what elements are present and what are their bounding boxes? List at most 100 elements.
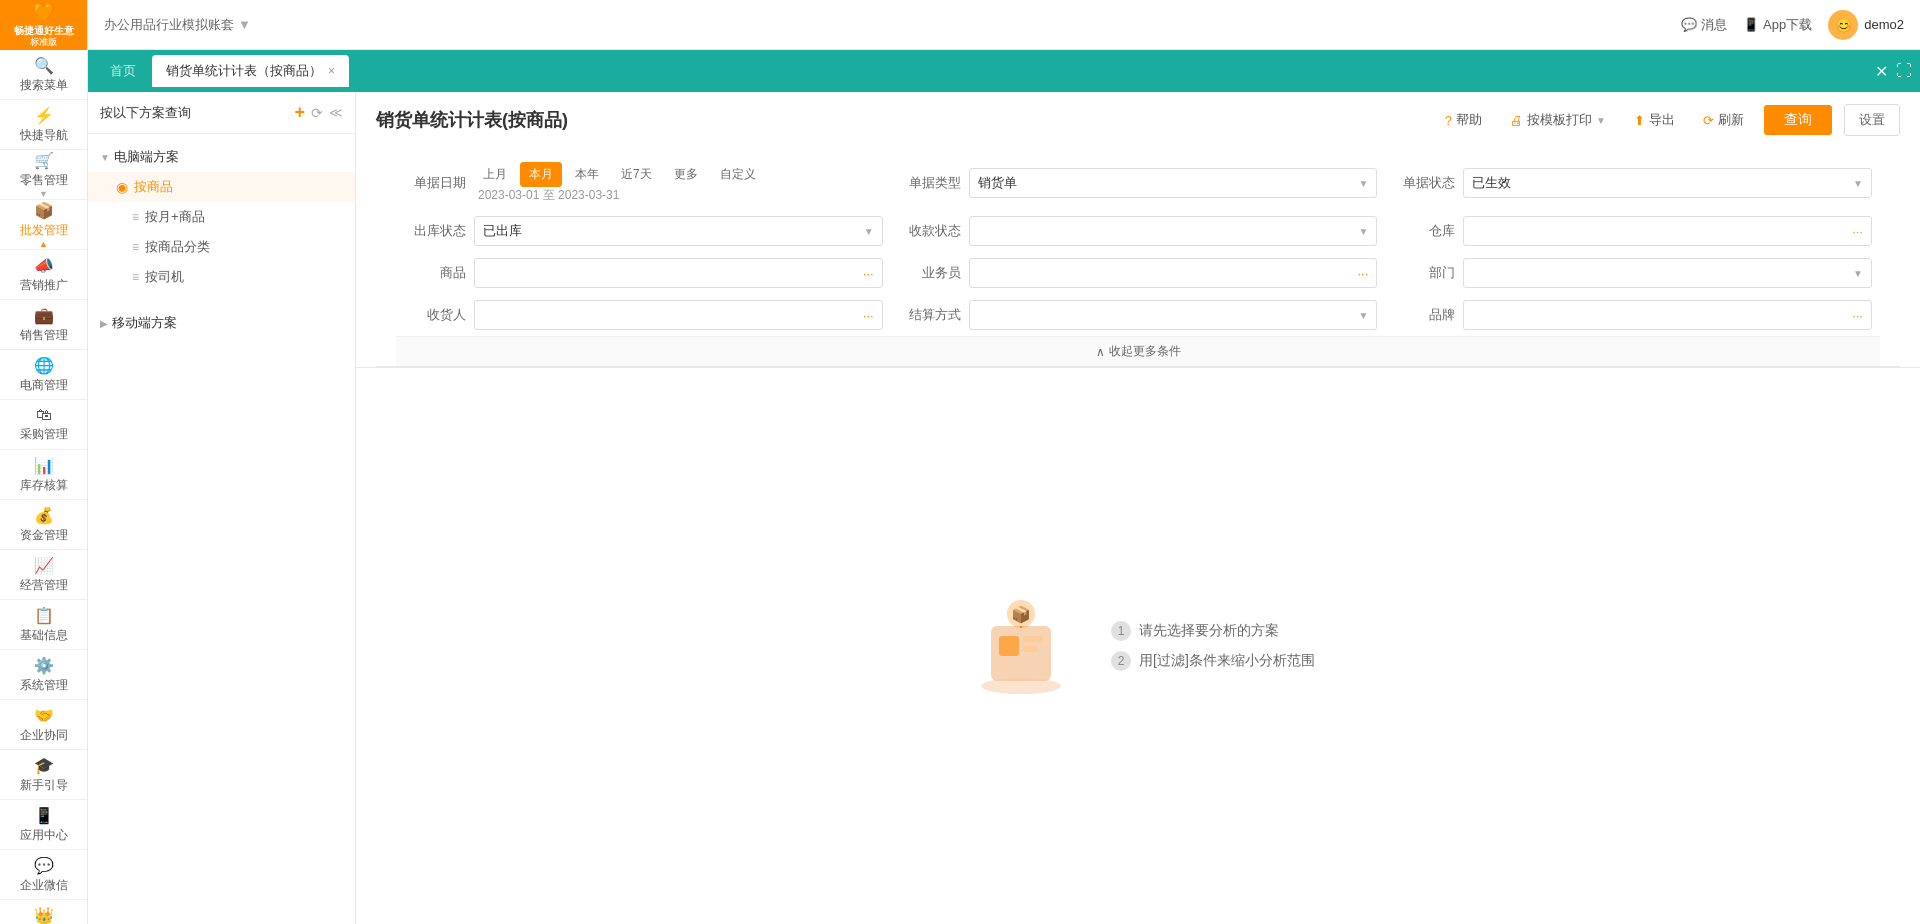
sidebar-item-label: 基础信息 [20, 627, 68, 644]
quick-nav-icon: ⚡ [34, 106, 54, 125]
help-btn[interactable]: ? 帮助 [1437, 107, 1490, 133]
select-arrow-icon3: ▼ [864, 226, 874, 237]
tree-expand-icon: ▼ [100, 152, 110, 163]
tree-sub-item-by-category[interactable]: ≡ 按商品分类 [88, 232, 355, 262]
period-btn-last-month[interactable]: 上月 [474, 162, 516, 187]
sidebar-item-operations[interactable]: 📈 经营管理 [0, 550, 87, 600]
tree-sub-item-by-cashier[interactable]: ≡ 按司机 [88, 262, 355, 292]
filter-date-control: 上月 本月 本年 近7天 更多 自定义 2023-03-01 至 2023-03… [474, 162, 883, 204]
print-btn[interactable]: 🖨 按模板打印 ▼ [1502, 107, 1614, 133]
app-logo[interactable]: 🧡 畅捷通好生意 标准版 [0, 0, 87, 50]
filter-cell-doc-status: 单据状态 已生效 ▼ [1385, 156, 1880, 210]
filter-cell-department: 部门 ▼ [1385, 252, 1880, 294]
tip-text-2: 用[过滤]条件来缩小分析范围 [1139, 652, 1315, 670]
tab-home[interactable]: 首页 [96, 55, 150, 87]
doc-type-value: 销货单 [978, 174, 1017, 192]
filter-cell-doc-type: 单据类型 销货单 ▼ [891, 156, 1386, 210]
collapse-panel-icon[interactable]: ≪ [329, 105, 343, 120]
sidebar-item-sales[interactable]: 💼 销售管理 [0, 300, 87, 350]
app-download-btn[interactable]: 📱 App下载 [1743, 16, 1812, 34]
collapse-bar[interactable]: ∧ 收起更多条件 [396, 336, 1880, 366]
filter-receiver-select[interactable]: ··· [474, 300, 883, 330]
industry-title: 办公用品行业模拟账套 ▼ [104, 16, 251, 34]
sidebar-item-retail[interactable]: 🛒 零售管理 ▼ [0, 150, 87, 200]
message-btn[interactable]: 💬 消息 [1681, 16, 1727, 34]
sidebar-item-basic[interactable]: 📋 基础信息 [0, 600, 87, 650]
brand-dots-icon[interactable]: ··· [1852, 308, 1863, 323]
collapse-up-icon: ∧ [1096, 345, 1105, 359]
filter-warehouse-select[interactable]: ··· [1463, 216, 1872, 246]
period-btn-this-year[interactable]: 本年 [566, 162, 608, 187]
sidebar-item-enterprise[interactable]: 🤝 企业协同 [0, 700, 87, 750]
filter-cell-date: 单据日期 上月 本月 本年 近7天 更多 自定义 20 [396, 156, 891, 210]
empty-state: 📦 1 请先选择要分析的方案 2 用[过滤]条件来缩小分析范围 [356, 368, 1920, 924]
print-label: 按模板打印 [1527, 111, 1592, 129]
doc-status-value: 已生效 [1472, 174, 1511, 192]
tab-close-all-icon[interactable]: ✕ [1875, 62, 1888, 81]
system-icon: ⚙️ [34, 656, 54, 675]
purchase-icon: 🛍 [36, 406, 52, 424]
left-panel-title: 按以下方案查询 [100, 104, 191, 122]
export-btn[interactable]: ⬆ 导出 [1626, 107, 1683, 133]
filter-product-select[interactable]: ··· [474, 258, 883, 288]
filter-payment-status-select[interactable]: ▼ [969, 216, 1378, 246]
filter-receiver-label: 收货人 [404, 306, 474, 324]
period-btn-custom[interactable]: 自定义 [711, 162, 765, 187]
sidebar-item-apps[interactable]: 📱 应用中心 [0, 800, 87, 850]
filter-brand-select[interactable]: ··· [1463, 300, 1872, 330]
filter-department-select[interactable]: ▼ [1463, 258, 1872, 288]
empty-tips: 1 请先选择要分析的方案 2 用[过滤]条件来缩小分析范围 [1111, 621, 1315, 671]
tip-num-2: 2 [1111, 651, 1131, 671]
filter-doc-type-select[interactable]: 销货单 ▼ [969, 168, 1378, 198]
period-btn-this-month[interactable]: 本月 [520, 162, 562, 187]
filter-cell-receiver: 收货人 ··· [396, 294, 891, 336]
receiver-dots-icon[interactable]: ··· [863, 308, 874, 323]
tree-parent-pc[interactable]: ▼ 电脑端方案 [88, 142, 355, 172]
warehouse-dots-icon[interactable]: ··· [1852, 224, 1863, 239]
period-btn-more[interactable]: 更多 [665, 162, 707, 187]
tabbar: 首页 销货单统计计表（按商品） × ✕ ⛶ [88, 50, 1920, 92]
help-icon: ? [1445, 113, 1452, 128]
filter-payment-method-label: 结算方式 [899, 306, 969, 324]
query-button[interactable]: 查询 [1764, 105, 1832, 135]
salesperson-dots-icon[interactable]: ··· [1357, 266, 1368, 281]
tree-parent-mobile[interactable]: ▶ 移动端方案 [88, 308, 355, 338]
sidebar-item-search-menu[interactable]: 🔍 搜索菜单 [0, 50, 87, 100]
sidebar-item-system[interactable]: ⚙️ 系统管理 [0, 650, 87, 700]
filter-cell-payment-method: 结算方式 ▼ [891, 294, 1386, 336]
select-arrow-icon4: ▼ [1358, 226, 1368, 237]
message-label: 消息 [1701, 16, 1727, 34]
add-scheme-btn[interactable]: + [294, 102, 305, 123]
user-profile[interactable]: 😊 demo2 [1828, 10, 1904, 40]
filter-salesperson-select[interactable]: ··· [969, 258, 1378, 288]
setting-button[interactable]: 设置 [1844, 104, 1900, 136]
left-panel: 按以下方案查询 + ⟳ ≪ ▼ 电脑端方案 ◉ 按商品 ≡ 按月 [88, 92, 356, 924]
tab-maximize-icon[interactable]: ⛶ [1896, 62, 1912, 80]
product-dots-icon[interactable]: ··· [863, 266, 874, 281]
filter-stock-select[interactable]: 已出库 ▼ [474, 216, 883, 246]
sidebar-item-member[interactable]: 👑 畅会员 [0, 900, 87, 924]
sidebar-item-inventory[interactable]: 📊 库存核算 [0, 450, 87, 500]
sidebar-item-ecommerce[interactable]: 🌐 电商管理 [0, 350, 87, 400]
refresh-scheme-icon[interactable]: ⟳ [311, 105, 323, 121]
search-menu-icon: 🔍 [34, 56, 54, 75]
tree-collapse-icon: ▶ [100, 318, 108, 329]
tab-close-icon[interactable]: × [328, 64, 335, 78]
tab-active[interactable]: 销货单统计计表（按商品） × [152, 55, 349, 87]
tree-item-by-product[interactable]: ◉ 按商品 [88, 172, 355, 202]
sidebar-item-marketing[interactable]: 📣 营销推广 [0, 250, 87, 300]
sidebar-item-purchase[interactable]: 🛍 采购管理 [0, 400, 87, 450]
period-btn-7days[interactable]: 近7天 [612, 162, 661, 187]
sidebar-item-quick-nav[interactable]: ⚡ 快捷导航 [0, 100, 87, 150]
sidebar-item-finance[interactable]: 💰 资金管理 [0, 500, 87, 550]
sidebar-item-wechat[interactable]: 💬 企业微信 [0, 850, 87, 900]
sidebar-item-label: 企业微信 [20, 877, 68, 894]
sidebar-item-label: 搜索菜单 [20, 77, 68, 94]
tree-sub-item-by-month-product[interactable]: ≡ 按月+商品 [88, 202, 355, 232]
filter-doc-status-select[interactable]: 已生效 ▼ [1463, 168, 1872, 198]
filter-payment-method-select[interactable]: ▼ [969, 300, 1378, 330]
filter-brand-label: 品牌 [1393, 306, 1463, 324]
sidebar-item-wholesale[interactable]: 📦 批发管理 ▲ [0, 200, 87, 250]
refresh-btn[interactable]: ⟳ 刷新 [1695, 107, 1752, 133]
sidebar-item-guide[interactable]: 🎓 新手引导 [0, 750, 87, 800]
